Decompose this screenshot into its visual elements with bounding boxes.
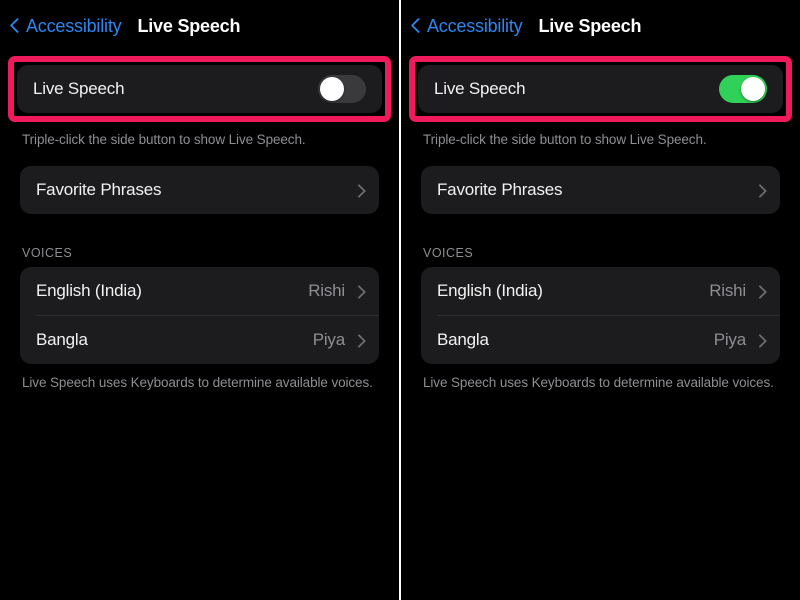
chevron-right-icon (755, 183, 764, 198)
table-row[interactable]: Bangla Piya (421, 316, 780, 364)
live-speech-toggle[interactable] (719, 75, 767, 103)
live-speech-row[interactable]: Live Speech (17, 65, 382, 113)
voice-language-label: English (India) (437, 281, 543, 300)
voice-language-label: Bangla (437, 330, 489, 349)
live-speech-footnote: Triple-click the side button to show Liv… (22, 132, 306, 147)
page-title: Live Speech (538, 15, 642, 36)
navigation-bar: Accessibility Live Speech (401, 0, 800, 52)
voice-name-value: Rishi (308, 281, 345, 300)
live-speech-label: Live Speech (33, 79, 125, 98)
table-row[interactable]: Bangla Piya (20, 316, 379, 364)
live-speech-card: Live Speech (17, 65, 382, 113)
table-row[interactable]: English (India) Rishi (20, 267, 379, 315)
table-row[interactable]: English (India) Rishi (421, 267, 780, 315)
favorite-phrases-card: Favorite Phrases (20, 166, 379, 214)
voices-section-header: VOICES (423, 246, 474, 260)
chevron-right-icon (755, 284, 764, 299)
live-speech-highlight-box: Live Speech (409, 56, 792, 122)
voice-name-value: Piya (312, 330, 345, 349)
chevron-right-icon (354, 284, 363, 299)
favorite-phrases-row[interactable]: Favorite Phrases (421, 166, 780, 214)
voice-name-value: Piya (713, 330, 746, 349)
chevron-left-icon (10, 17, 21, 36)
toggle-knob (320, 77, 344, 101)
toggle-knob (741, 77, 765, 101)
live-speech-toggle[interactable] (318, 75, 366, 103)
voices-footnote: Live Speech uses Keyboards to determine … (22, 375, 373, 390)
chevron-right-icon (354, 333, 363, 348)
chevron-left-icon (411, 17, 422, 36)
navigation-bar: Accessibility Live Speech (0, 0, 399, 52)
live-speech-label: Live Speech (434, 79, 526, 98)
comparison-screenshots: Accessibility Live Speech Live Speech Tr… (0, 0, 800, 600)
voice-language-label: English (India) (36, 281, 142, 300)
back-button[interactable]: Accessibility (10, 15, 122, 37)
voice-language-label: Bangla (36, 330, 88, 349)
voices-card: English (India) Rishi Bangla Piya (20, 267, 379, 364)
voices-section: English (India) Rishi Bangla Piya (20, 267, 379, 364)
chevron-right-icon (755, 333, 764, 348)
favorite-phrases-card: Favorite Phrases (421, 166, 780, 214)
live-speech-row[interactable]: Live Speech (418, 65, 783, 113)
back-button-label: Accessibility (26, 15, 122, 36)
back-button[interactable]: Accessibility (411, 15, 523, 37)
page-title: Live Speech (137, 15, 241, 36)
live-speech-footnote: Triple-click the side button to show Liv… (423, 132, 707, 147)
voice-name-value: Rishi (709, 281, 746, 300)
screenshot-panel-left: Accessibility Live Speech Live Speech Tr… (0, 0, 399, 600)
live-speech-card: Live Speech (418, 65, 783, 113)
chevron-right-icon (354, 183, 363, 198)
favorite-phrases-label: Favorite Phrases (36, 180, 162, 199)
voices-section-header: VOICES (22, 246, 73, 260)
favorite-phrases-section: Favorite Phrases (20, 166, 379, 214)
favorite-phrases-label: Favorite Phrases (437, 180, 563, 199)
back-button-label: Accessibility (427, 15, 523, 36)
favorite-phrases-row[interactable]: Favorite Phrases (20, 166, 379, 214)
screenshot-panel-right: Accessibility Live Speech Live Speech Tr… (401, 0, 800, 600)
voices-card: English (India) Rishi Bangla Piya (421, 267, 780, 364)
live-speech-highlight-box: Live Speech (8, 56, 391, 122)
voices-footnote: Live Speech uses Keyboards to determine … (423, 375, 774, 390)
favorite-phrases-section: Favorite Phrases (421, 166, 780, 214)
voices-section: English (India) Rishi Bangla Piya (421, 267, 780, 364)
